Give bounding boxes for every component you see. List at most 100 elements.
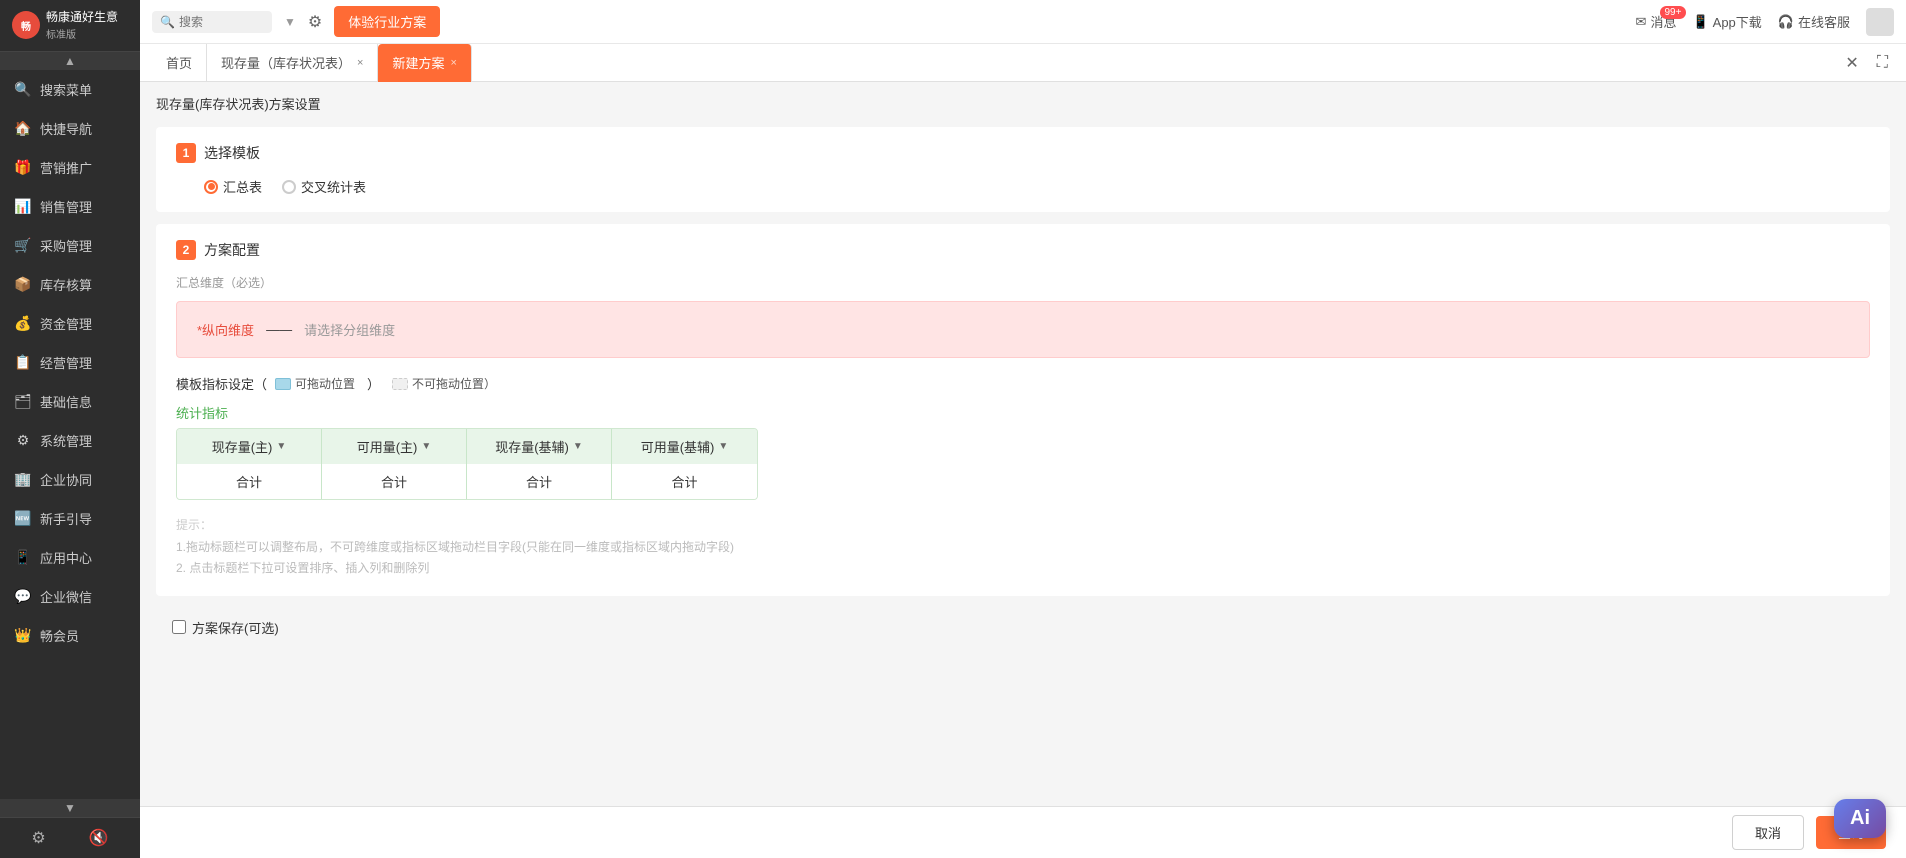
stats-body-0: 合计 (177, 464, 322, 499)
tab-inventory[interactable]: 现存量（库存状况表） × (207, 44, 378, 82)
col-0-chevron[interactable]: ▼ (276, 441, 286, 452)
sidebar-item-company-coop[interactable]: 🏢 企业协同 (0, 460, 140, 499)
indicator-settings: 模板指标设定（ 可拖动位置 ） 不可拖动位置） 统计指标 (176, 374, 1870, 503)
cancel-button[interactable]: 取消 (1732, 815, 1804, 850)
marketing-icon: 🎁 (14, 158, 32, 176)
topbar-search[interactable]: 🔍 (152, 11, 272, 33)
stats-body-3: 合计 (612, 464, 757, 499)
sidebar-item-label: 应用中心 (40, 548, 92, 567)
step1-label: 1 选择模板 (176, 143, 1870, 163)
company-coop-icon: 🏢 (14, 470, 32, 488)
sidebar-item-quick-nav[interactable]: 🏠 快捷导航 (0, 109, 140, 148)
stats-col-1[interactable]: 可用量(主) ▼ (322, 429, 467, 464)
tab-new-plan-label: 新建方案 (392, 53, 444, 72)
quick-nav-icon: 🏠 (14, 119, 32, 137)
step1-title: 选择模板 (204, 143, 260, 163)
stats-col-2[interactable]: 现存量(基辅) ▼ (467, 429, 612, 464)
sidebar-item-finance[interactable]: 💰 资金管理 (0, 304, 140, 343)
app-edition: 标准版 (46, 26, 118, 41)
enterprise-wechat-icon: 💬 (14, 587, 32, 605)
sidebar-item-enterprise-wechat[interactable]: 💬 企业微信 (0, 577, 140, 616)
sidebar-scroll-down[interactable]: ▼ (0, 799, 140, 817)
save-label: 方案保存(可选) (192, 618, 279, 637)
stats-body-2: 合计 (467, 464, 612, 499)
messages-group[interactable]: ✉ 消息 99+ (1636, 12, 1677, 31)
basic-info-icon: 🗂 (14, 392, 32, 410)
sidebar-item-new-guide[interactable]: 🆕 新手引导 (0, 499, 140, 538)
sidebar-item-label: 经营管理 (40, 353, 92, 372)
page-title: 现存量(库存状况表)方案设置 (156, 94, 1890, 113)
tab-expand-action[interactable]: ⛶ (1871, 52, 1894, 74)
topbar-right: ✉ 消息 99+ 📱 App下载 🎧 在线客服 (1636, 8, 1894, 36)
dimension-area[interactable]: *纵向维度 —— 请选择分组维度 (176, 301, 1870, 358)
settings-icon[interactable]: ⚙ (31, 828, 45, 848)
search-menu-icon: 🔍 (14, 80, 32, 98)
sidebar-item-basic-info[interactable]: 🗂 基础信息 (0, 382, 140, 421)
step2-title: 方案配置 (204, 240, 260, 260)
sidebar-item-label: 新手引导 (40, 509, 92, 528)
tab-home[interactable]: 首页 (152, 44, 207, 82)
save-checkbox[interactable] (172, 620, 186, 634)
sidebar-item-label: 系统管理 (40, 431, 92, 450)
operations-icon: 📋 (14, 353, 32, 371)
app-download-label: App下载 (1713, 12, 1762, 31)
sidebar-item-search-menu[interactable]: 🔍 搜索菜单 (0, 70, 140, 109)
dim-dash: —— (266, 322, 292, 337)
tip-1: 1.拖动标题栏可以调整布局，不可跨维度或指标区域拖动栏目字段(只能在同一维度或指… (176, 537, 1870, 559)
search-input[interactable] (179, 15, 259, 29)
vip-member-icon: 👑 (14, 626, 32, 644)
template-option-crosstab[interactable]: 交叉统计表 (282, 177, 366, 196)
tab-inventory-close[interactable]: × (357, 57, 363, 69)
sidebar-item-app-center[interactable]: 📱 应用中心 (0, 538, 140, 577)
col-1-chevron[interactable]: ▼ (421, 441, 431, 452)
sidebar-item-vip-member[interactable]: 👑 畅会员 (0, 616, 140, 655)
sidebar-item-sales[interactable]: 📊 销售管理 (0, 187, 140, 226)
app-download-icon: 📱 (1692, 14, 1708, 30)
trial-industry-button[interactable]: 体验行业方案 (334, 6, 440, 37)
vertical-dim-placeholder: 请选择分组维度 (304, 320, 395, 339)
sidebar-item-operations[interactable]: 📋 经营管理 (0, 343, 140, 382)
col-2-chevron[interactable]: ▼ (573, 441, 583, 452)
user-avatar[interactable] (1866, 8, 1894, 36)
col-3-chevron[interactable]: ▼ (718, 441, 728, 452)
topbar-gear-icon[interactable]: ⚙ (304, 8, 326, 36)
mute-icon[interactable]: 🔇 (89, 828, 109, 848)
tab-new-plan-close[interactable]: × (450, 57, 456, 69)
logo-icon: 畅 (12, 11, 40, 39)
stats-col-0[interactable]: 现存量(主) ▼ (177, 429, 322, 464)
sidebar-item-label: 采购管理 (40, 236, 92, 255)
sidebar-item-inventory[interactable]: 📦 库存核算 (0, 265, 140, 304)
legend-draggable-label: 可拖动位置 (295, 375, 355, 392)
tab-close-action[interactable]: ✕ (1839, 51, 1864, 75)
online-service-group[interactable]: 🎧 在线客服 (1778, 12, 1850, 31)
stats-section-label: 统计指标 (176, 403, 1870, 422)
tip-2: 2. 点击标题栏下拉可设置排序、插入列和删除列 (176, 558, 1870, 580)
save-row: 方案保存(可选) (156, 608, 1890, 647)
stats-table: 现存量(主) ▼ 可用量(主) ▼ 现存量(基辅) ▼ 可用量(基辅) (176, 428, 758, 500)
sidebar-item-system[interactable]: ⚙ 系统管理 (0, 421, 140, 460)
stats-body-row: 合计 合计 合计 合计 (177, 464, 757, 499)
sidebar-item-label: 快捷导航 (40, 119, 92, 138)
topbar-dropdown-chevron[interactable]: ▼ (284, 15, 296, 29)
radio-summary[interactable] (204, 180, 218, 194)
step2-card: 2 方案配置 汇总维度（必选） *纵向维度 —— 请选择分组维度 模板指标设定（ (156, 224, 1890, 596)
stats-col-3[interactable]: 可用量(基辅) ▼ (612, 429, 757, 464)
col-3-label: 可用量(基辅) (641, 437, 715, 456)
tabs-actions: ✕ ⛶ (1839, 51, 1894, 75)
template-option-summary[interactable]: 汇总表 (204, 177, 262, 196)
step1-number: 1 (176, 143, 196, 163)
sidebar-scroll-up[interactable]: ▲ (0, 52, 140, 70)
sidebar-item-marketing[interactable]: 🎁 营销推广 (0, 148, 140, 187)
system-icon: ⚙ (14, 431, 32, 449)
ai-float-button[interactable]: Ai (1834, 799, 1886, 838)
tips-title: 提示： (176, 518, 212, 532)
app-name: 畅康通好生意 (46, 10, 118, 26)
app-download-group[interactable]: 📱 App下载 (1692, 12, 1761, 31)
sidebar-item-label: 企业协同 (40, 470, 92, 489)
tab-new-plan[interactable]: 新建方案 × (378, 44, 471, 82)
sidebar-item-purchase[interactable]: 🛒 采购管理 (0, 226, 140, 265)
radio-crosstab[interactable] (282, 180, 296, 194)
main-area: 🔍 ▼ ⚙ 体验行业方案 ✉ 消息 99+ 📱 App下载 🎧 在线客服 (140, 0, 1906, 858)
sidebar-item-label: 畅会员 (40, 626, 79, 645)
sidebar-logo: 畅 畅康通好生意 标准版 (0, 0, 140, 52)
